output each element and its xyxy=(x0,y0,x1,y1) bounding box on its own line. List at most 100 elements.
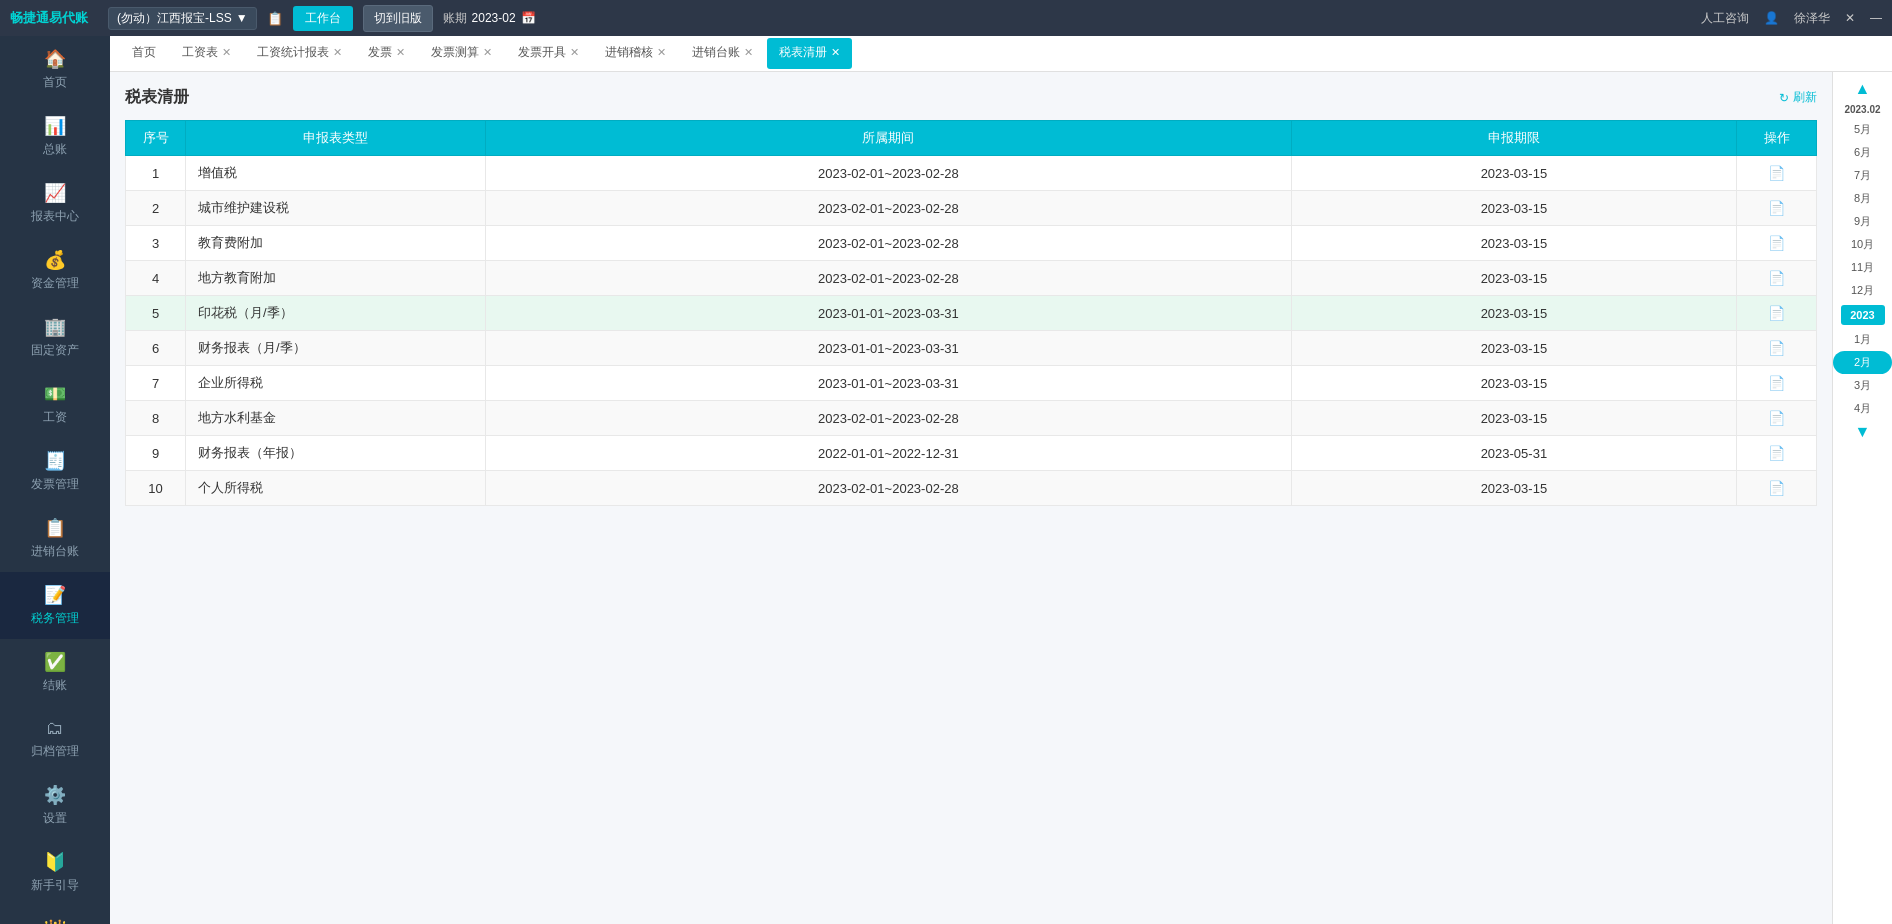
table-row: 10 个人所得税 2023-02-01~2023-02-28 2023-03-1… xyxy=(126,471,1817,506)
cell-period: 2023-01-01~2023-03-31 xyxy=(486,366,1292,401)
salary-icon: 💵 xyxy=(44,383,66,405)
sidebar-item-salary[interactable]: 💵 工资 xyxy=(0,371,110,438)
month-7[interactable]: 7月 xyxy=(1833,164,1892,187)
action-doc-icon[interactable]: 📄 xyxy=(1768,445,1785,461)
cell-action[interactable]: 📄 xyxy=(1737,226,1817,261)
tab-salary-report[interactable]: 工资统计报表 ✕ xyxy=(245,38,354,69)
year-month-down-arrow[interactable]: ▼ xyxy=(1852,420,1874,444)
workbench-button[interactable]: 工作台 xyxy=(293,6,353,31)
month-5[interactable]: 5月 xyxy=(1833,118,1892,141)
action-doc-icon[interactable]: 📄 xyxy=(1768,305,1785,321)
sidebar-item-guide[interactable]: 🔰 新手引导 xyxy=(0,839,110,906)
tab-purchase-ledger[interactable]: 进销台账 ✕ xyxy=(680,38,765,69)
cell-type: 教育费附加 xyxy=(186,226,486,261)
tab-salary-report-close[interactable]: ✕ xyxy=(333,46,342,59)
month-2-active[interactable]: 2月 xyxy=(1833,351,1892,374)
cell-action[interactable]: 📄 xyxy=(1737,471,1817,506)
cell-period: 2023-02-01~2023-02-28 xyxy=(486,261,1292,296)
tab-invoice-close[interactable]: ✕ xyxy=(396,46,405,59)
username: 徐泽华 xyxy=(1794,10,1830,27)
main-panel: 税表清册 ↻ 刷新 序号 申报表类型 所属期间 申报期限 操作 xyxy=(110,72,1832,924)
sidebar-item-settings[interactable]: ⚙️ 设置 xyxy=(0,772,110,839)
tab-home[interactable]: 首页 xyxy=(120,38,168,69)
cell-action[interactable]: 📄 xyxy=(1737,191,1817,226)
action-doc-icon[interactable]: 📄 xyxy=(1768,270,1785,286)
tab-purchase-check[interactable]: 进销稽核 ✕ xyxy=(593,38,678,69)
cell-deadline: 2023-03-15 xyxy=(1291,366,1736,401)
action-doc-icon[interactable]: 📄 xyxy=(1768,375,1785,391)
sidebar-item-archive[interactable]: 🗂 归档管理 xyxy=(0,706,110,772)
cell-action[interactable]: 📄 xyxy=(1737,436,1817,471)
tab-invoice-open-close[interactable]: ✕ xyxy=(570,46,579,59)
tab-purchase-ledger-close[interactable]: ✕ xyxy=(744,46,753,59)
month-9[interactable]: 9月 xyxy=(1833,210,1892,233)
cell-deadline: 2023-03-15 xyxy=(1291,296,1736,331)
month-1[interactable]: 1月 xyxy=(1833,328,1892,351)
tax-table: 序号 申报表类型 所属期间 申报期限 操作 1 增值税 2023-02-01~2… xyxy=(125,120,1817,506)
tab-invoice-open[interactable]: 发票开具 ✕ xyxy=(506,38,591,69)
table-row: 1 增值税 2023-02-01~2023-02-28 2023-03-15 📄 xyxy=(126,156,1817,191)
cell-action[interactable]: 📄 xyxy=(1737,366,1817,401)
sidebar-item-ledger[interactable]: 📊 总账 xyxy=(0,103,110,170)
cell-type: 增值税 xyxy=(186,156,486,191)
month-4[interactable]: 4月 xyxy=(1833,397,1892,420)
sidebar-item-purchase[interactable]: 📋 进销台账 xyxy=(0,505,110,572)
sidebar: 🏠 首页 📊 总账 📈 报表中心 💰 资金管理 🏢 固定资产 💵 工资 🧾 发票… xyxy=(0,36,110,924)
refresh-button[interactable]: ↻ 刷新 xyxy=(1779,89,1817,106)
year-2023-badge: 2023 xyxy=(1841,305,1885,325)
close-icon[interactable]: ✕ xyxy=(1845,11,1855,25)
action-doc-icon[interactable]: 📄 xyxy=(1768,480,1785,496)
report-icon: 📈 xyxy=(44,182,66,204)
cell-action[interactable]: 📄 xyxy=(1737,261,1817,296)
sidebar-item-report[interactable]: 📈 报表中心 xyxy=(0,170,110,237)
cell-no: 8 xyxy=(126,401,186,436)
sidebar-item-assets[interactable]: 🏢 固定资产 xyxy=(0,304,110,371)
action-doc-icon[interactable]: 📄 xyxy=(1768,200,1785,216)
cell-type: 企业所得税 xyxy=(186,366,486,401)
tab-salary[interactable]: 工资表 ✕ xyxy=(170,38,243,69)
sidebar-item-tax[interactable]: 📝 税务管理 xyxy=(0,572,110,639)
cell-action[interactable]: 📄 xyxy=(1737,331,1817,366)
company-selector[interactable]: (勿动）江西报宝-LSS ▼ xyxy=(108,7,257,30)
action-doc-icon[interactable]: 📄 xyxy=(1768,340,1785,356)
cell-action[interactable]: 📄 xyxy=(1737,296,1817,331)
year-month-up-arrow[interactable]: ▲ xyxy=(1852,77,1874,101)
sidebar-item-settlement[interactable]: ✅ 结账 xyxy=(0,639,110,706)
month-11[interactable]: 11月 xyxy=(1833,256,1892,279)
month-6[interactable]: 6月 xyxy=(1833,141,1892,164)
month-10[interactable]: 10月 xyxy=(1833,233,1892,256)
tab-tax-clearance[interactable]: 税表清册 ✕ xyxy=(767,38,852,69)
cell-type: 财务报表（月/季） xyxy=(186,331,486,366)
top-bar-right: 人工咨询 👤 徐泽华 ✕ — xyxy=(1701,10,1882,27)
tab-invoice-calc-close[interactable]: ✕ xyxy=(483,46,492,59)
cell-action[interactable]: 📄 xyxy=(1737,156,1817,191)
month-8[interactable]: 8月 xyxy=(1833,187,1892,210)
sidebar-item-fund[interactable]: 💰 资金管理 xyxy=(0,237,110,304)
month-12[interactable]: 12月 xyxy=(1833,279,1892,302)
action-doc-icon[interactable]: 📄 xyxy=(1768,410,1785,426)
tab-purchase-check-close[interactable]: ✕ xyxy=(657,46,666,59)
ai-consult-link[interactable]: 人工咨询 xyxy=(1701,10,1749,27)
user-avatar: 👤 xyxy=(1764,11,1779,25)
tab-tax-clearance-close[interactable]: ✕ xyxy=(831,46,840,59)
tab-invoice-calc[interactable]: 发票测算 ✕ xyxy=(419,38,504,69)
cell-period: 2023-01-01~2023-03-31 xyxy=(486,331,1292,366)
assets-icon: 🏢 xyxy=(44,316,66,338)
action-doc-icon[interactable]: 📄 xyxy=(1768,235,1785,251)
period-display: 账期 2023-02 📅 xyxy=(443,10,536,27)
tab-salary-close[interactable]: ✕ xyxy=(222,46,231,59)
tab-invoice[interactable]: 发票 ✕ xyxy=(356,38,417,69)
action-doc-icon[interactable]: 📄 xyxy=(1768,165,1785,181)
cell-action[interactable]: 📄 xyxy=(1737,401,1817,436)
sidebar-item-invoice[interactable]: 🧾 发票管理 xyxy=(0,438,110,505)
tab-bar: 首页 工资表 ✕ 工资统计报表 ✕ 发票 ✕ 发票测算 ✕ 发票开具 ✕ xyxy=(110,36,1892,72)
sidebar-item-home[interactable]: 🏠 首页 xyxy=(0,36,110,103)
home-icon: 🏠 xyxy=(44,48,66,70)
archive-icon: 🗂 xyxy=(46,718,64,739)
sidebar-item-member[interactable]: 👑 畅会员 xyxy=(0,906,110,924)
month-3[interactable]: 3月 xyxy=(1833,374,1892,397)
table-row: 8 地方水利基金 2023-02-01~2023-02-28 2023-03-1… xyxy=(126,401,1817,436)
minimize-icon[interactable]: — xyxy=(1870,11,1882,25)
switch-old-button[interactable]: 切到旧版 xyxy=(363,5,433,32)
cell-period: 2023-02-01~2023-02-28 xyxy=(486,226,1292,261)
